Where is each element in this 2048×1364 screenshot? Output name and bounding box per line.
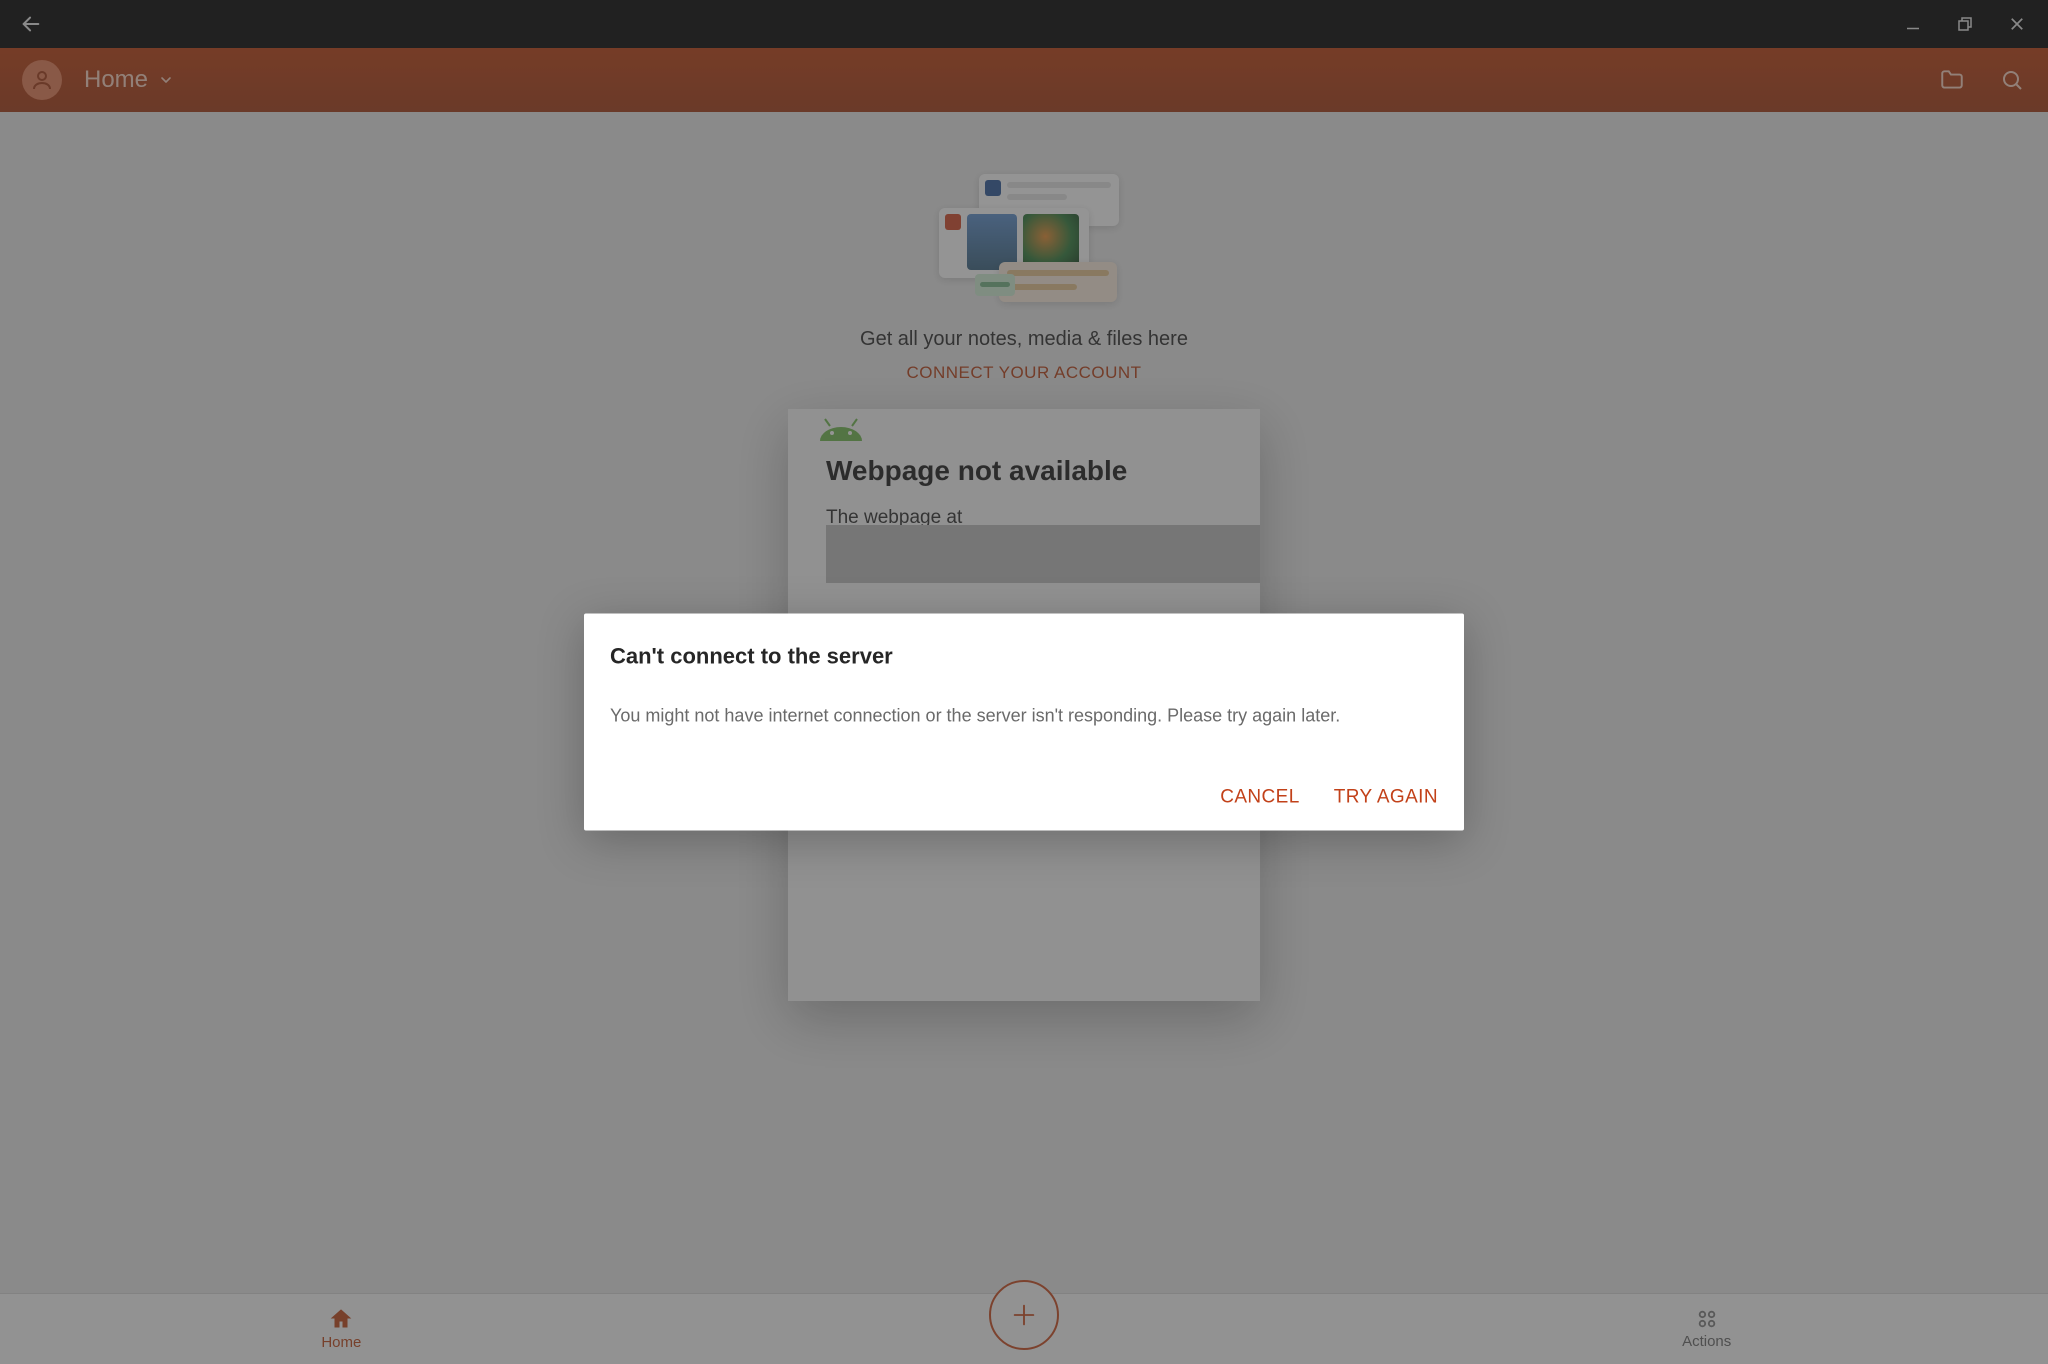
connection-error-dialog: Can't connect to the server You might no…	[584, 614, 1464, 831]
dialog-body: You might not have internet connection o…	[610, 706, 1438, 727]
cancel-button[interactable]: CANCEL	[1220, 787, 1299, 809]
try-again-button[interactable]: TRY AGAIN	[1334, 787, 1438, 809]
dialog-title: Can't connect to the server	[610, 644, 1438, 670]
dialog-actions: CANCEL TRY AGAIN	[610, 787, 1438, 809]
